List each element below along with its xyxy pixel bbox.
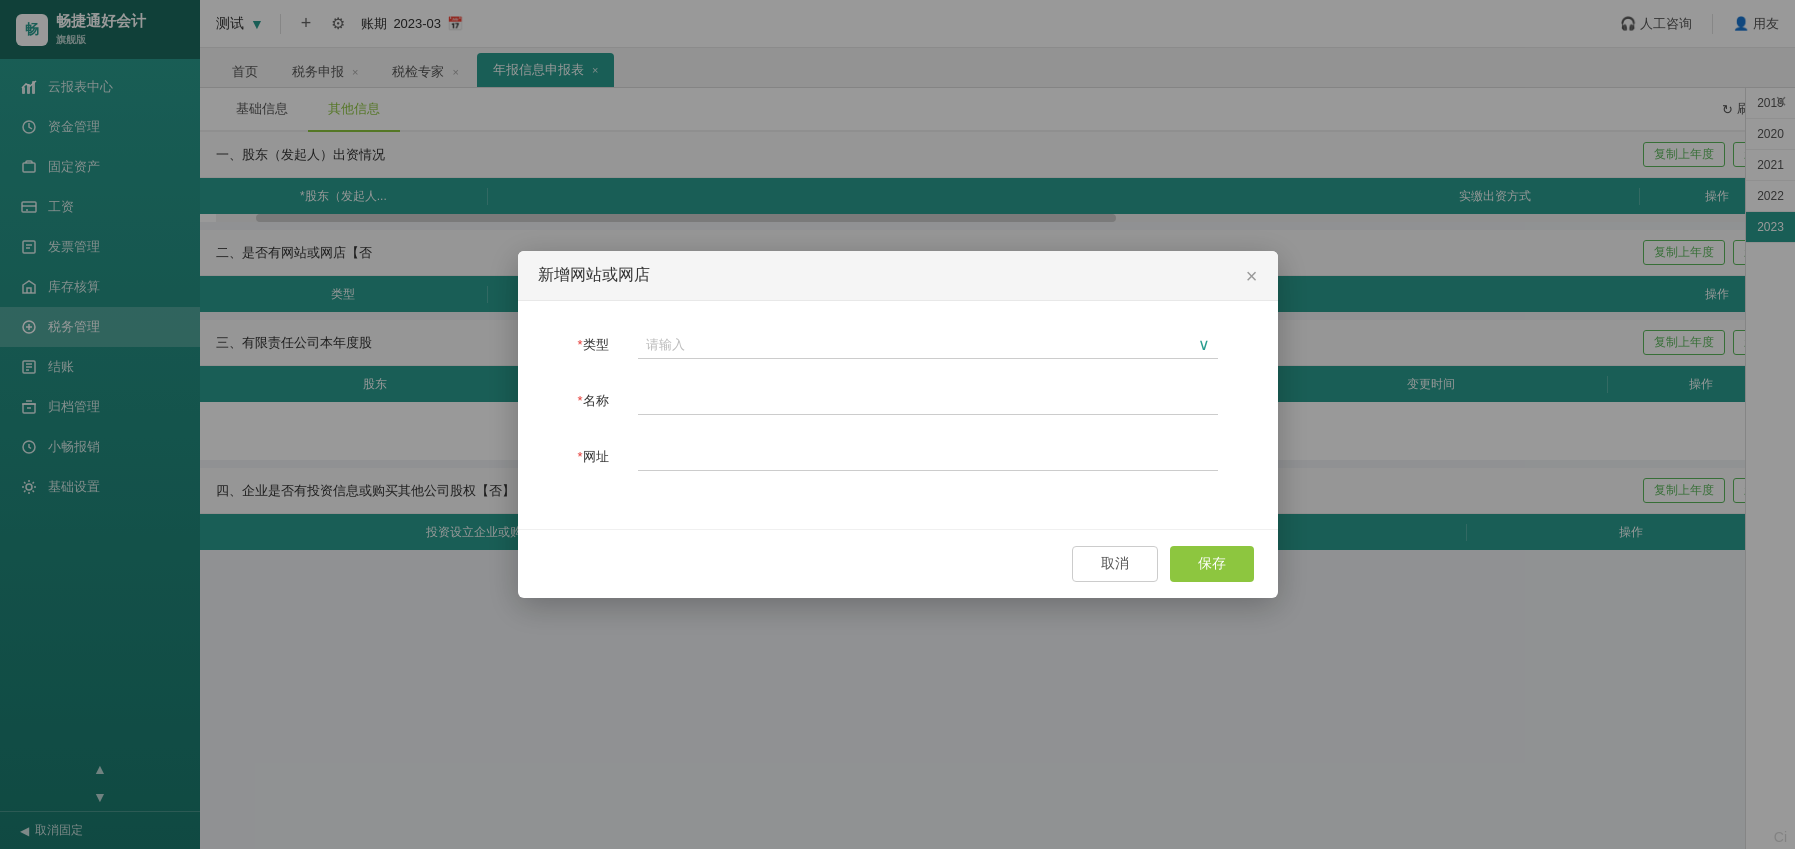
modal-header: 新增网站或网店 × [518,251,1278,301]
cancel-btn[interactable]: 取消 [1072,546,1158,582]
modal-body: *类型 ∨ *名称 *网址 [518,301,1278,529]
watermark: Ci [1766,825,1795,849]
name-label-text: 名称 [583,393,609,408]
type-dropdown-icon[interactable]: ∨ [1190,335,1218,354]
name-input[interactable] [638,387,1218,414]
form-row-name: *名称 [578,387,1218,415]
type-label-text: 类型 [583,337,609,352]
modal-overlay: 新增网站或网店 × *类型 ∨ *名称 [0,0,1795,849]
url-input[interactable] [638,443,1218,470]
modal-close-btn[interactable]: × [1246,266,1258,286]
modal-title: 新增网站或网店 [538,265,650,286]
url-label-text: 网址 [583,449,609,464]
type-label: *类型 [578,336,638,354]
type-input[interactable] [638,331,1190,358]
modal-footer: 取消 保存 [518,529,1278,598]
modal: 新增网站或网店 × *类型 ∨ *名称 [518,251,1278,598]
name-field-wrap [638,387,1218,415]
form-row-url: *网址 [578,443,1218,471]
type-field-wrap: ∨ [638,331,1218,359]
url-label: *网址 [578,448,638,466]
form-row-type: *类型 ∨ [578,331,1218,359]
name-label: *名称 [578,392,638,410]
url-field-wrap [638,443,1218,471]
save-btn[interactable]: 保存 [1170,546,1254,582]
